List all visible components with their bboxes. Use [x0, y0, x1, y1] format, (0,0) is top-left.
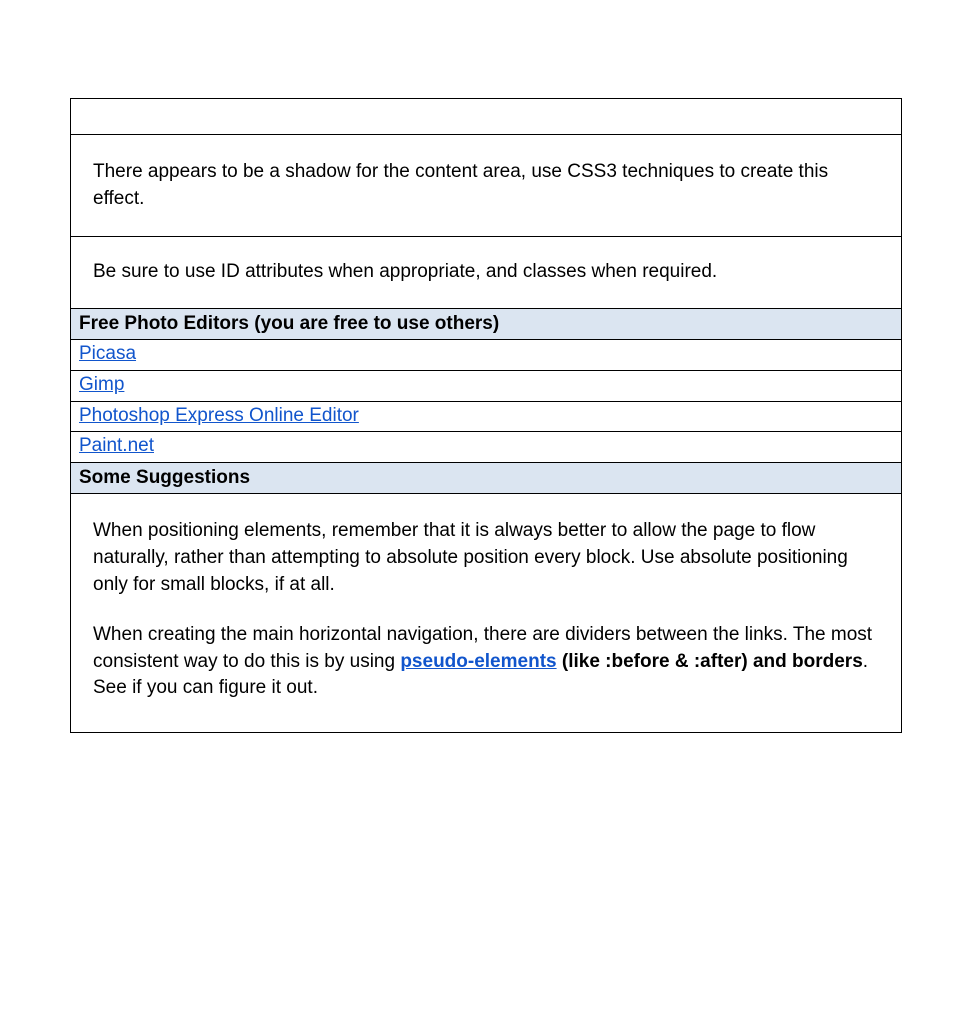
document-table: There appears to be a shadow for the con… — [70, 98, 902, 733]
id-note-cell: Be sure to use ID attributes when approp… — [71, 237, 902, 309]
suggestions-header-cell: Some Suggestions — [71, 462, 902, 494]
editor-link-cell: Paint.net — [71, 432, 902, 463]
suggestions-header-text: Some Suggestions — [71, 463, 901, 494]
suggestion-para-2: When creating the main horizontal naviga… — [93, 622, 879, 702]
editor-link-cell: Picasa — [71, 340, 902, 371]
picasa-link[interactable]: Picasa — [79, 343, 136, 364]
suggestions-cell: When positioning elements, remember that… — [71, 494, 902, 733]
empty-row — [71, 99, 902, 135]
shadow-note-text: There appears to be a shadow for the con… — [71, 135, 901, 236]
photo-editors-header-text: Free Photo Editors (you are free to use … — [71, 309, 901, 340]
editor-link-cell: Photoshop Express Online Editor — [71, 401, 902, 432]
suggestion-para-2-bold: (like :before & :after) and borders — [557, 651, 863, 672]
paintnet-link[interactable]: Paint.net — [79, 435, 154, 456]
editor-link-cell: Gimp — [71, 370, 902, 401]
pseudo-elements-link[interactable]: pseudo-elements — [400, 651, 556, 672]
photoshop-express-link[interactable]: Photoshop Express Online Editor — [79, 405, 359, 426]
id-note-text: Be sure to use ID attributes when approp… — [71, 237, 901, 308]
suggestion-para-1: When positioning elements, remember that… — [93, 518, 879, 598]
photo-editors-header-cell: Free Photo Editors (you are free to use … — [71, 308, 902, 340]
shadow-note-cell: There appears to be a shadow for the con… — [71, 135, 902, 237]
gimp-link[interactable]: Gimp — [79, 374, 124, 395]
